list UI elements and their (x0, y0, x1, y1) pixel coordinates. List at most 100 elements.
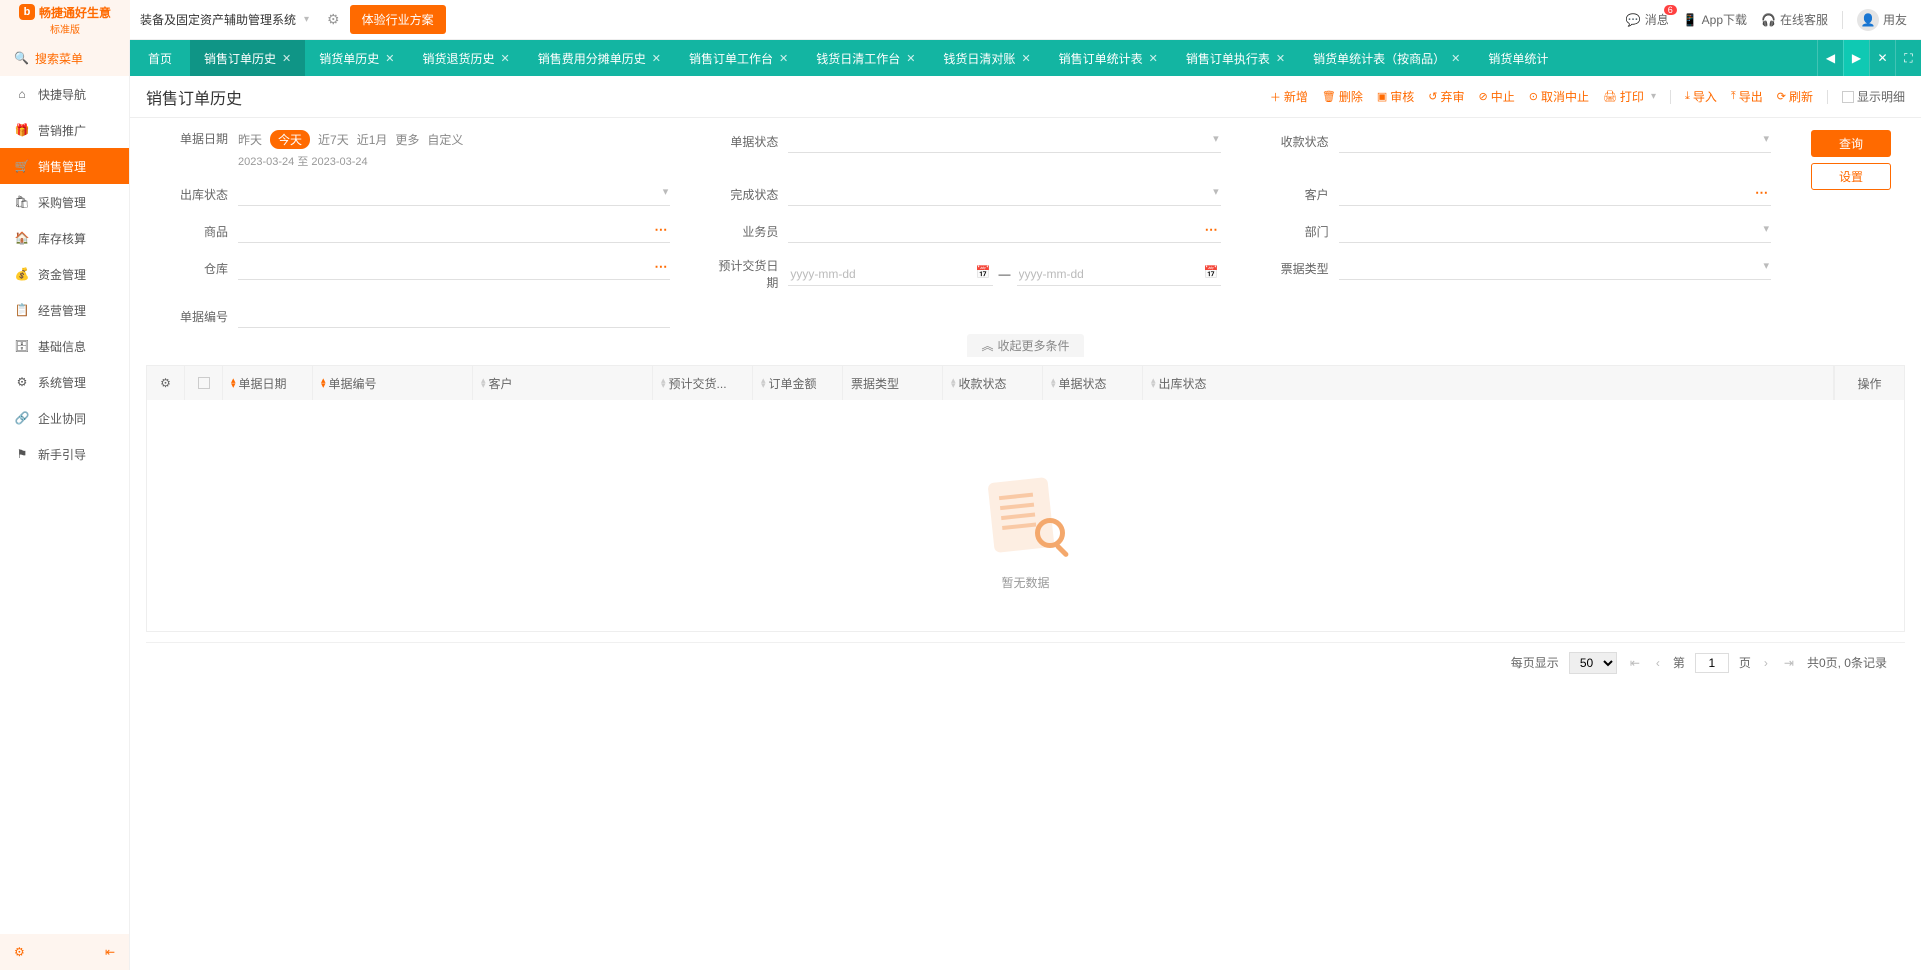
chip-today[interactable]: 今天 (270, 130, 310, 149)
col-expect[interactable]: ▴▾预计交货... (653, 366, 753, 400)
page-next[interactable]: › (1761, 656, 1771, 670)
per-page-select[interactable]: 50 (1569, 652, 1617, 674)
show-detail-toggle[interactable]: 显示明细 (1842, 88, 1905, 105)
col-amount[interactable]: ▴▾订单金额 (753, 366, 843, 400)
chevron-down-icon[interactable]: ▾ (1213, 132, 1219, 145)
bill-status-select[interactable] (788, 130, 1220, 153)
calendar-icon[interactable]: 📅 (1204, 265, 1219, 279)
chip-1m[interactable]: 近1月 (357, 131, 388, 148)
sidebar-search[interactable]: 🔍 搜索菜单 (0, 40, 129, 76)
receipt-status-select[interactable] (1339, 130, 1771, 153)
bill-no-input[interactable] (238, 305, 670, 328)
system-selector[interactable]: 装备及固定资产辅助管理系统 ▾ (140, 11, 309, 28)
tab-item[interactable]: 钱货日清工作台✕ (802, 40, 929, 76)
close-icon[interactable]: ✕ (906, 52, 915, 65)
col-bill-date[interactable]: ▴▾单据日期 (223, 366, 313, 400)
sidebar-item-inventory[interactable]: 🏠库存核算 (0, 220, 129, 256)
add-button[interactable]: ＋新增 (1270, 88, 1308, 105)
lookup-icon[interactable]: ⋯ (1205, 222, 1219, 238)
tab-item[interactable]: 销售订单统计表✕ (1045, 40, 1172, 76)
sidebar-item-purchase[interactable]: 🛍采购管理 (0, 184, 129, 220)
chip-yesterday[interactable]: 昨天 (238, 131, 262, 148)
close-icon[interactable]: ✕ (1021, 52, 1030, 65)
tab-item[interactable]: 钱货日清对账✕ (929, 40, 1044, 76)
tabs-close-all[interactable]: ✕ (1869, 40, 1895, 76)
page-last[interactable]: ⇥ (1781, 656, 1797, 670)
tab-item[interactable]: 销货单历史✕ (305, 40, 408, 76)
out-status-select[interactable] (238, 183, 670, 206)
close-icon[interactable]: ✕ (1149, 52, 1158, 65)
tabs-scroll-right[interactable]: ▶ (1843, 40, 1869, 76)
import-button[interactable]: ⤓导入 (1685, 88, 1717, 105)
close-icon[interactable]: ✕ (385, 52, 394, 65)
unstop-button[interactable]: ⊙取消中止 (1529, 88, 1589, 105)
lookup-icon[interactable]: ⋯ (654, 259, 668, 275)
expect-date-from[interactable] (788, 263, 992, 286)
lookup-icon[interactable]: ⋯ (654, 222, 668, 238)
tab-item[interactable]: 销售费用分摊单历史✕ (524, 40, 675, 76)
sidebar-item-sales[interactable]: 🛒销售管理 (0, 148, 129, 184)
tab-home[interactable]: 首页 (130, 40, 190, 76)
page-prev[interactable]: ‹ (1653, 656, 1663, 670)
export-button[interactable]: ⤒导出 (1731, 88, 1763, 105)
unaudit-button[interactable]: ↺弃审 (1428, 88, 1464, 105)
tab-item[interactable]: 销货退货历史✕ (408, 40, 523, 76)
chip-7d[interactable]: 近7天 (318, 131, 349, 148)
gear-icon[interactable]: ⚙ (14, 945, 25, 959)
ticket-type-select[interactable] (1339, 257, 1771, 280)
col-bill-no[interactable]: ▴▾单据编号 (313, 366, 473, 400)
tab-item[interactable]: 销售订单工作台✕ (675, 40, 802, 76)
page-first[interactable]: ⇤ (1627, 656, 1643, 670)
chevron-down-icon[interactable]: ▾ (1213, 185, 1219, 198)
col-out-status[interactable]: ▴▾出库状态 (1143, 366, 1834, 400)
col-customer[interactable]: ▴▾客户 (473, 366, 653, 400)
tab-sales-order-history[interactable]: 销售订单历史✕ (190, 40, 305, 76)
chip-custom[interactable]: 自定义 (427, 131, 463, 148)
customer-service-button[interactable]: 🎧 在线客服 (1761, 11, 1828, 28)
stop-button[interactable]: ⊘中止 (1478, 88, 1514, 105)
expect-date-to[interactable] (1017, 263, 1221, 286)
delete-button[interactable]: 🗑删除 (1322, 88, 1363, 105)
collapse-filters-button[interactable]: ︽ 收起更多条件 (967, 334, 1083, 357)
lookup-icon[interactable]: ⋯ (1755, 185, 1769, 201)
tabs-scroll-left[interactable]: ◀ (1817, 40, 1843, 76)
gear-icon[interactable]: ⚙ (327, 11, 340, 28)
chevron-down-icon[interactable]: ▾ (1763, 259, 1769, 272)
sidebar-item-guide[interactable]: ⚑新手引导 (0, 436, 129, 472)
close-icon[interactable]: ✕ (282, 52, 291, 65)
promo-button[interactable]: 体验行业方案 (350, 5, 446, 34)
col-receipt-status[interactable]: ▴▾收款状态 (943, 366, 1043, 400)
sidebar-item-operation[interactable]: 📋经营管理 (0, 292, 129, 328)
close-icon[interactable]: ✕ (652, 52, 661, 65)
tabs-fullscreen[interactable]: ⛶ (1895, 40, 1921, 76)
print-button[interactable]: 🖨打印▾ (1603, 88, 1656, 105)
tab-item[interactable]: 销售订单执行表✕ (1172, 40, 1299, 76)
messages-button[interactable]: 💬 消息 6 (1626, 11, 1669, 28)
column-settings[interactable]: ⚙ (147, 366, 185, 400)
chevron-down-icon[interactable]: ▾ (1763, 132, 1769, 145)
sidebar-item-quicknav[interactable]: ⌂快捷导航 (0, 76, 129, 112)
sidebar-item-marketing[interactable]: 🎁营销推广 (0, 112, 129, 148)
user-menu[interactable]: 👤 用友 (1857, 9, 1907, 31)
product-input[interactable] (238, 220, 670, 243)
close-icon[interactable]: ✕ (1276, 52, 1285, 65)
dept-select[interactable] (1339, 220, 1771, 243)
refresh-button[interactable]: ⟳刷新 (1777, 88, 1813, 105)
logo[interactable]: b 畅捷通好生意 标准版 (0, 0, 130, 40)
close-icon[interactable]: ✕ (501, 52, 510, 65)
close-icon[interactable]: ✕ (779, 52, 788, 65)
chip-more[interactable]: 更多 (395, 131, 419, 148)
calendar-icon[interactable]: 📅 (976, 265, 991, 279)
finish-status-select[interactable] (788, 183, 1220, 206)
collapse-sidebar-icon[interactable]: ⇤ (105, 945, 115, 959)
settings-button[interactable]: 设置 (1811, 163, 1891, 190)
select-all[interactable] (185, 366, 223, 400)
close-icon[interactable]: ✕ (1451, 52, 1460, 65)
page-input[interactable] (1695, 653, 1729, 673)
query-button[interactable]: 查询 (1811, 130, 1891, 157)
tab-item[interactable]: 销货单统计表（按商品）✕ (1299, 40, 1474, 76)
salesman-input[interactable] (788, 220, 1220, 243)
tab-item[interactable]: 销货单统计 (1474, 40, 1562, 76)
sidebar-item-finance[interactable]: 💰资金管理 (0, 256, 129, 292)
chevron-down-icon[interactable]: ▾ (663, 185, 669, 198)
